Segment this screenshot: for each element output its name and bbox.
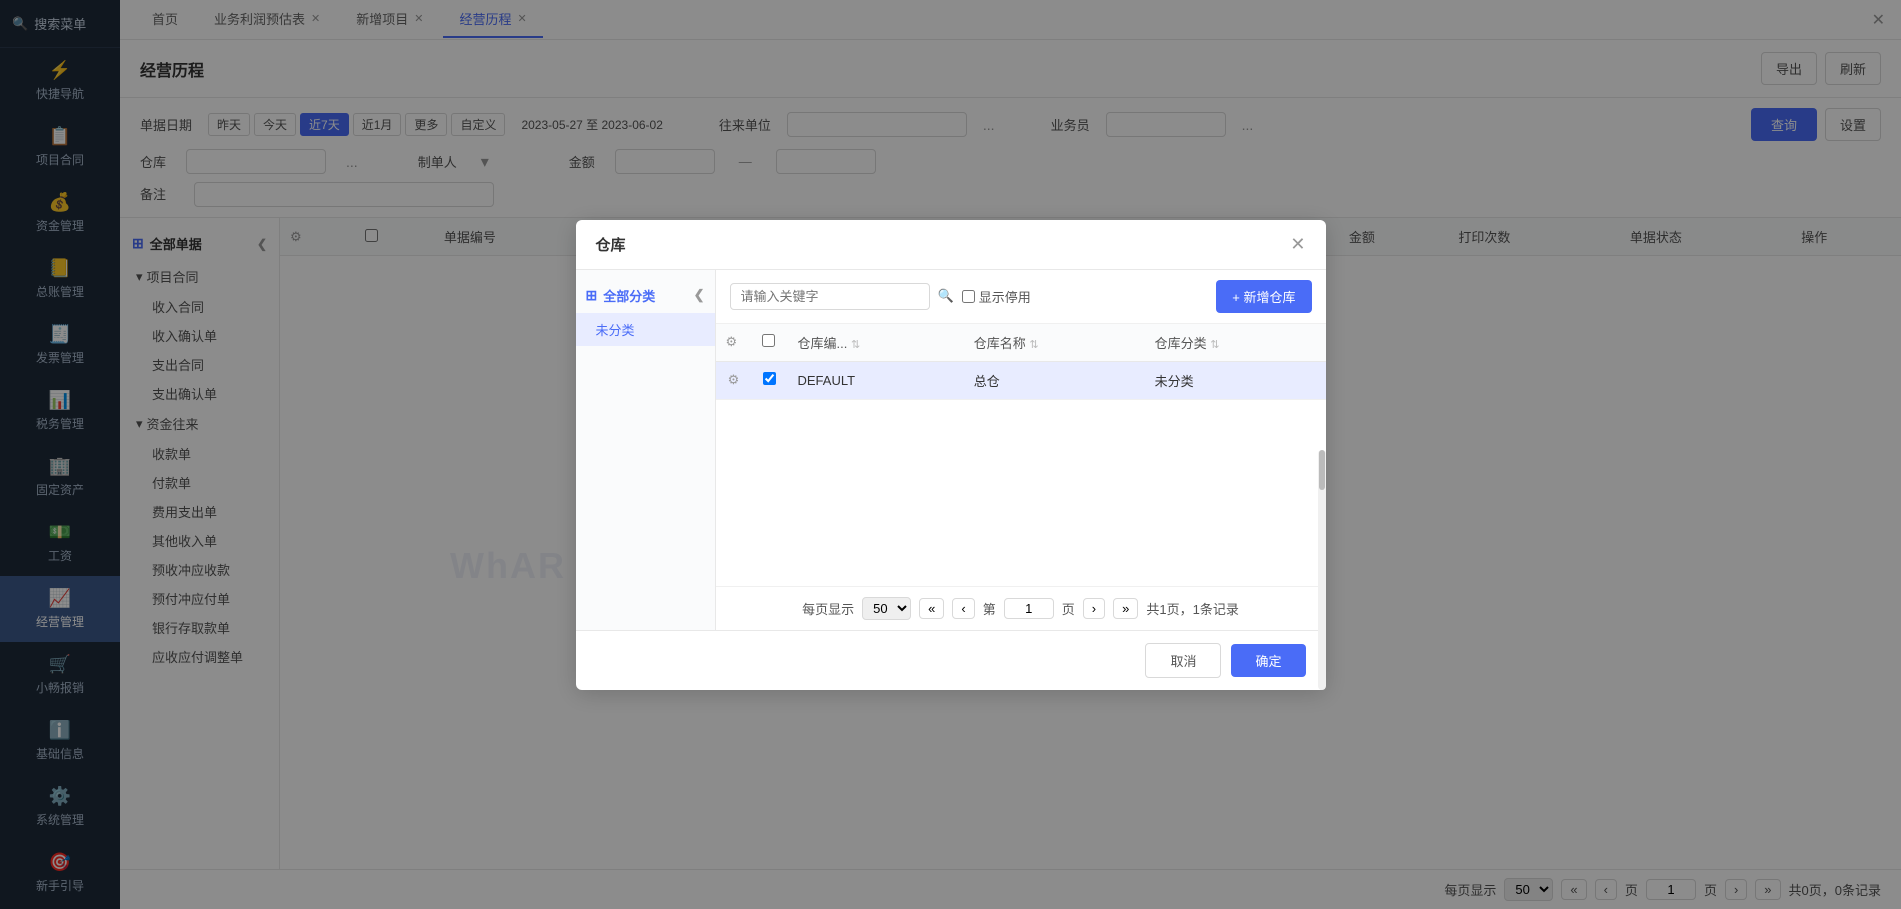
modal-tree-uncategorized[interactable]: 未分类 — [576, 313, 715, 346]
row-name-cell: 总仓 — [964, 361, 1145, 399]
modal-last-btn[interactable]: » — [1113, 598, 1138, 619]
row-code-cell: DEFAULT — [788, 361, 964, 399]
modal-search-area: 🔍 显示停用 — [730, 283, 1031, 310]
modal-tree-uncategorized-label: 未分类 — [596, 323, 635, 338]
modal-per-page-select[interactable]: 50 — [862, 597, 911, 620]
modal-tree-collapse-icon[interactable]: ❮ — [694, 287, 705, 303]
th-warehouse-name[interactable]: 仓库名称 — [964, 324, 1145, 362]
modal-total-label: 共1页，1条记录 — [1146, 599, 1238, 618]
warehouse-modal: 仓库 ✕ ⊞ 全部分类 ❮ 未分类 🔍 — [576, 220, 1326, 690]
modal-tree-all-label: 全部分类 — [603, 286, 655, 305]
row-checkbox-cell — [752, 361, 788, 399]
confirm-button[interactable]: 确定 — [1231, 644, 1305, 677]
th-warehouse-category-label: 仓库分类 — [1155, 336, 1207, 351]
modal-body: ⊞ 全部分类 ❮ 未分类 🔍 显示停用 — [576, 270, 1326, 630]
modal-per-page-label: 每页显示 — [802, 599, 854, 618]
modal-tree-all[interactable]: ⊞ 全部分类 ❮ — [576, 278, 715, 313]
th-warehouse-code-label: 仓库编... — [798, 336, 848, 351]
modal-table: ⚙ 仓库编... 仓库名称 — [716, 324, 1326, 586]
modal-first-btn[interactable]: « — [919, 598, 944, 619]
modal-page-input[interactable] — [1004, 598, 1054, 619]
th-col-checkbox — [752, 324, 788, 362]
show-disabled-label[interactable]: 显示停用 — [962, 287, 1031, 306]
add-warehouse-button[interactable]: + 新增仓库 — [1216, 280, 1311, 313]
modal-pagination: 每页显示 50 « ‹ 第 页 › » 共1页，1条记录 — [716, 586, 1326, 630]
modal-close-icon[interactable]: ✕ — [1290, 234, 1305, 255]
modal-footer: 取消 确定 — [576, 630, 1326, 690]
modal-table-scroll: ⚙ 仓库编... 仓库名称 — [716, 324, 1326, 400]
modal-header: 仓库 ✕ — [576, 220, 1326, 270]
warehouse-search-icon[interactable]: 🔍 — [938, 288, 954, 304]
col-settings-icon[interactable]: ⚙ — [726, 334, 738, 349]
modal-next-btn[interactable]: › — [1083, 598, 1105, 619]
row-category-cell: 未分类 — [1145, 361, 1326, 399]
row-settings-icon[interactable]: ⚙ — [728, 372, 740, 387]
modal-toolbar: 🔍 显示停用 + 新增仓库 — [716, 270, 1326, 324]
show-disabled-checkbox[interactable] — [962, 290, 975, 303]
modal-prev-btn[interactable]: ‹ — [952, 598, 974, 619]
modal-tree: ⊞ 全部分类 ❮ 未分类 — [576, 270, 716, 630]
modal-page-suffix: 页 — [1062, 599, 1075, 618]
modal-page-label: 第 — [983, 599, 996, 618]
th-warehouse-category[interactable]: 仓库分类 — [1145, 324, 1326, 362]
modal-select-all-checkbox[interactable] — [762, 334, 775, 347]
warehouse-search-input[interactable] — [730, 283, 930, 310]
cancel-button[interactable]: 取消 — [1145, 643, 1221, 678]
modal-table-row[interactable]: ⚙ DEFAULT 总仓 未分类 — [716, 361, 1326, 399]
modal-content-area: 🔍 显示停用 + 新增仓库 ⚙ — [716, 270, 1326, 630]
grid-small-icon: ⊞ — [586, 287, 598, 304]
th-warehouse-name-label: 仓库名称 — [974, 336, 1026, 351]
row-settings-cell: ⚙ — [716, 361, 752, 399]
th-col-settings: ⚙ — [716, 324, 752, 362]
modal-title: 仓库 — [596, 234, 626, 255]
show-disabled-text: 显示停用 — [979, 287, 1031, 306]
th-warehouse-code[interactable]: 仓库编... — [788, 324, 964, 362]
row-checkbox[interactable] — [763, 372, 776, 385]
